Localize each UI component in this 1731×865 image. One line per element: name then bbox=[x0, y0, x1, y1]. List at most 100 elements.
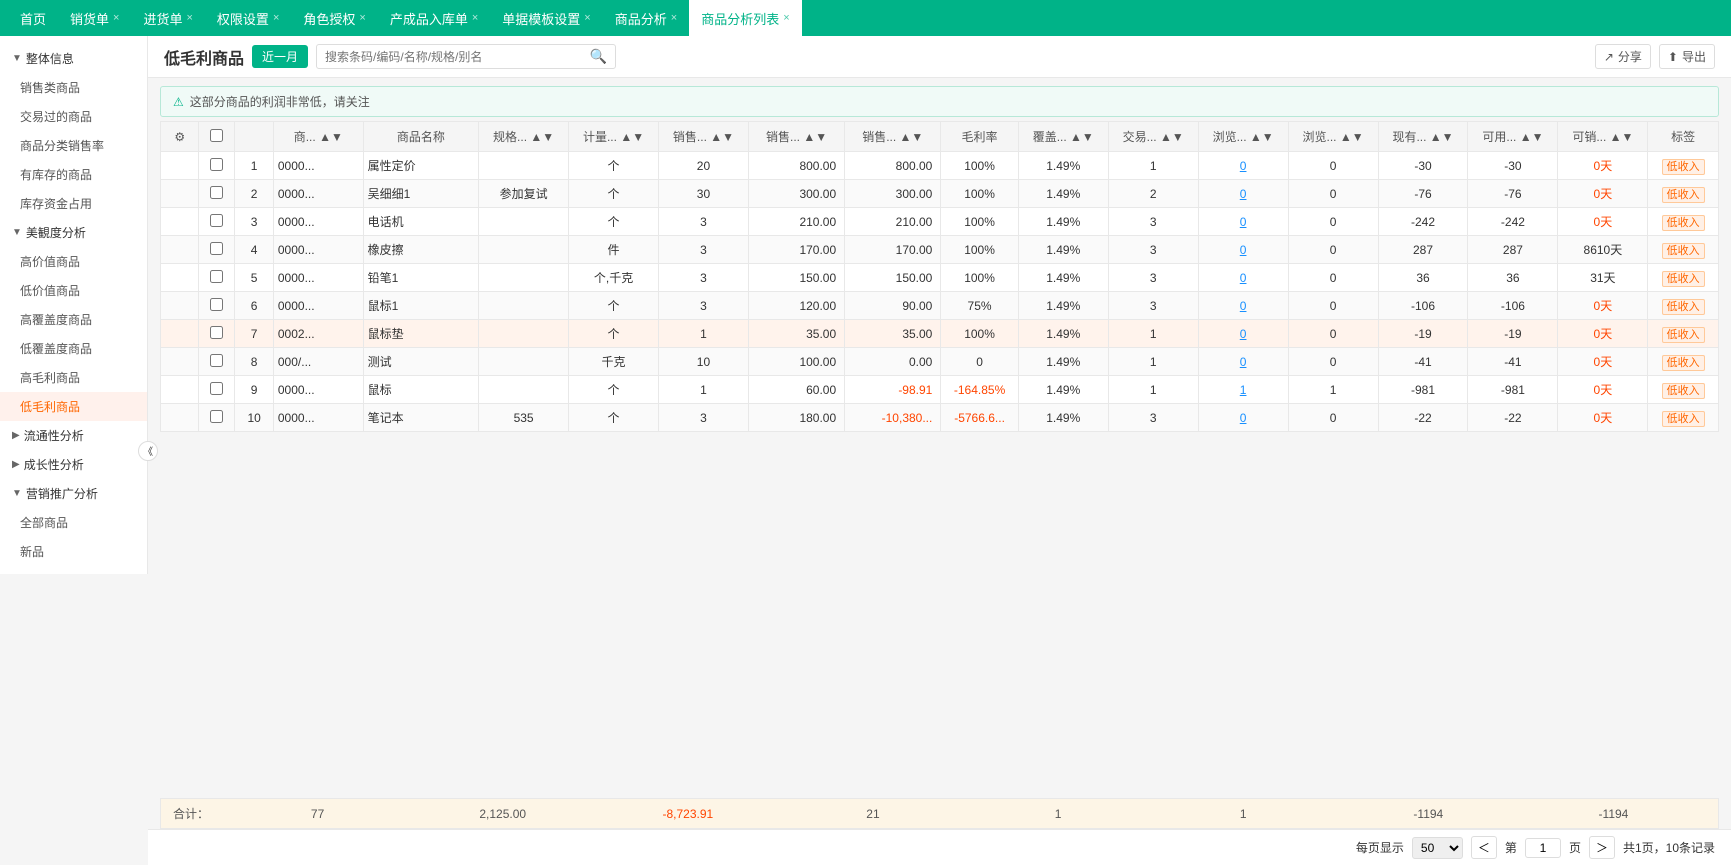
col-header-check[interactable] bbox=[199, 122, 235, 152]
row-checkbox[interactable] bbox=[210, 410, 223, 423]
nav-permissions[interactable]: 权限设置 × bbox=[205, 0, 291, 36]
select-all-checkbox[interactable] bbox=[210, 129, 223, 142]
col-header-stock-sale[interactable]: 可销... ▲▼ bbox=[1558, 122, 1648, 152]
nav-analysis-list[interactable]: 商品分析列表 × bbox=[689, 0, 801, 36]
nav-purchase-close[interactable]: × bbox=[186, 12, 192, 24]
cell-gross-rate: 75% bbox=[941, 292, 1018, 320]
time-filter-button[interactable]: 近一月 bbox=[252, 45, 308, 68]
row-checkbox[interactable] bbox=[210, 158, 223, 171]
sidebar-group-marketing[interactable]: ▼ 营销推广分析 bbox=[0, 479, 147, 508]
sidebar-item-traded-goods[interactable]: 交易过的商品 bbox=[0, 102, 147, 131]
nav-templates-close[interactable]: × bbox=[584, 12, 590, 24]
next-page-button[interactable]: ＞ bbox=[1589, 836, 1615, 859]
cell-check[interactable] bbox=[199, 236, 235, 264]
cell-view1[interactable]: 0 bbox=[1198, 404, 1288, 432]
search-input[interactable] bbox=[325, 50, 590, 64]
sidebar-collapse-button[interactable]: 《 bbox=[138, 441, 158, 461]
row-checkbox[interactable] bbox=[210, 298, 223, 311]
nav-products-close[interactable]: × bbox=[472, 12, 478, 24]
col-header-sales-profit[interactable]: 销售... ▲▼ bbox=[845, 122, 941, 152]
search-box[interactable]: 🔍 bbox=[316, 44, 616, 69]
col-header-cover-rate[interactable]: 覆盖... ▲▼ bbox=[1018, 122, 1108, 152]
footer-label: 合计： bbox=[173, 805, 209, 822]
col-header-view1[interactable]: 浏览... ▲▼ bbox=[1198, 122, 1288, 152]
col-header-sales-qty[interactable]: 销售... ▲▼ bbox=[659, 122, 749, 152]
sidebar-item-in-stock[interactable]: 有库存的商品 bbox=[0, 160, 147, 189]
nav-templates[interactable]: 单据模板设置 × bbox=[490, 0, 602, 36]
row-checkbox[interactable] bbox=[210, 270, 223, 283]
sidebar-item-high-margin[interactable]: 高毛利商品 bbox=[0, 363, 147, 392]
export-button[interactable]: ⬆ 导出 bbox=[1659, 44, 1715, 69]
sidebar-group-overall[interactable]: ▼ 整体信息 bbox=[0, 44, 147, 73]
nav-sales[interactable]: 销货单 × bbox=[58, 0, 131, 36]
cell-view1[interactable]: 0 bbox=[1198, 264, 1288, 292]
cell-check[interactable] bbox=[199, 376, 235, 404]
cell-check[interactable] bbox=[199, 180, 235, 208]
data-table: ⚙ 商... ▲▼ 商品名称 规格... ▲▼ bbox=[160, 121, 1719, 432]
nav-sales-close[interactable]: × bbox=[113, 12, 119, 24]
sidebar-item-new-goods[interactable]: 新品 bbox=[0, 537, 147, 566]
col-header-view2[interactable]: 浏览... ▲▼ bbox=[1288, 122, 1378, 152]
col-header-name[interactable]: 商品名称 bbox=[363, 122, 478, 152]
sidebar-item-low-margin[interactable]: 低毛利商品 bbox=[0, 392, 147, 421]
nav-roles[interactable]: 角色授权 × bbox=[291, 0, 377, 36]
row-checkbox[interactable] bbox=[210, 186, 223, 199]
col-header-settings[interactable]: ⚙ bbox=[161, 122, 199, 152]
col-header-spec[interactable]: 规格... ▲▼ bbox=[479, 122, 569, 152]
col-header-seq bbox=[235, 122, 273, 152]
cell-sales-profit: 0.00 bbox=[845, 348, 941, 376]
sidebar-group-growth[interactable]: ▶ 成长性分析 bbox=[0, 450, 147, 479]
page-size-select[interactable]: 50 20 100 bbox=[1412, 837, 1463, 859]
sidebar-item-stock-capital[interactable]: 库存资金占用 bbox=[0, 189, 147, 218]
nav-purchase[interactable]: 进货单 × bbox=[131, 0, 204, 36]
cell-check[interactable] bbox=[199, 208, 235, 236]
nav-analysis-close[interactable]: × bbox=[671, 12, 677, 24]
cell-check[interactable] bbox=[199, 404, 235, 432]
cell-view1[interactable]: 0 bbox=[1198, 208, 1288, 236]
nav-home[interactable]: 首页 bbox=[8, 0, 58, 36]
sidebar-item-low-value[interactable]: 低价值商品 bbox=[0, 276, 147, 305]
sidebar-item-high-value[interactable]: 高价值商品 bbox=[0, 247, 147, 276]
page-unit: 页 bbox=[1569, 839, 1581, 856]
cell-view1[interactable]: 0 bbox=[1198, 180, 1288, 208]
col-header-trade-count[interactable]: 交易... ▲▼ bbox=[1108, 122, 1198, 152]
row-checkbox[interactable] bbox=[210, 382, 223, 395]
col-header-stock-now[interactable]: 现有... ▲▼ bbox=[1378, 122, 1468, 152]
cell-check[interactable] bbox=[199, 320, 235, 348]
sidebar-item-low-coverage[interactable]: 低覆盖度商品 bbox=[0, 334, 147, 363]
cell-view1[interactable]: 0 bbox=[1198, 348, 1288, 376]
row-checkbox[interactable] bbox=[210, 214, 223, 227]
cell-view1[interactable]: 0 bbox=[1198, 292, 1288, 320]
cell-view1[interactable]: 0 bbox=[1198, 236, 1288, 264]
cell-trade-count: 3 bbox=[1108, 292, 1198, 320]
sidebar-item-all-goods[interactable]: 全部商品 bbox=[0, 508, 147, 537]
row-checkbox[interactable] bbox=[210, 242, 223, 255]
cell-check[interactable] bbox=[199, 292, 235, 320]
sidebar-item-high-coverage[interactable]: 高覆盖度商品 bbox=[0, 305, 147, 334]
col-header-stock-avail[interactable]: 可用... ▲▼ bbox=[1468, 122, 1558, 152]
sidebar-item-category-rate[interactable]: 商品分类销售率 bbox=[0, 131, 147, 160]
nav-analysis[interactable]: 商品分析 × bbox=[603, 0, 689, 36]
row-checkbox[interactable] bbox=[210, 326, 223, 339]
nav-permissions-close[interactable]: × bbox=[273, 12, 279, 24]
nav-roles-close[interactable]: × bbox=[359, 12, 365, 24]
sidebar-group-flow[interactable]: ▶ 流通性分析 bbox=[0, 421, 147, 450]
cell-check[interactable] bbox=[199, 152, 235, 180]
cell-view1[interactable]: 0 bbox=[1198, 320, 1288, 348]
col-header-code[interactable]: 商... ▲▼ bbox=[273, 122, 363, 152]
nav-analysis-list-close[interactable]: × bbox=[783, 12, 789, 24]
sidebar-group-beauty[interactable]: ▼ 美観度分析 bbox=[0, 218, 147, 247]
cell-view1[interactable]: 1 bbox=[1198, 376, 1288, 404]
cell-check[interactable] bbox=[199, 348, 235, 376]
col-header-gross-rate[interactable]: 毛利率 bbox=[941, 122, 1018, 152]
page-number-input[interactable] bbox=[1525, 838, 1561, 858]
col-header-sales-amt[interactable]: 销售... ▲▼ bbox=[748, 122, 844, 152]
row-checkbox[interactable] bbox=[210, 354, 223, 367]
cell-view1[interactable]: 0 bbox=[1198, 152, 1288, 180]
col-header-unit[interactable]: 计量... ▲▼ bbox=[569, 122, 659, 152]
share-button[interactable]: ↗ 分享 bbox=[1595, 44, 1651, 69]
sidebar-item-sales-goods[interactable]: 销售类商品 bbox=[0, 73, 147, 102]
prev-page-button[interactable]: ＜ bbox=[1471, 836, 1497, 859]
nav-products[interactable]: 产成品入库单 × bbox=[378, 0, 490, 36]
cell-check[interactable] bbox=[199, 264, 235, 292]
